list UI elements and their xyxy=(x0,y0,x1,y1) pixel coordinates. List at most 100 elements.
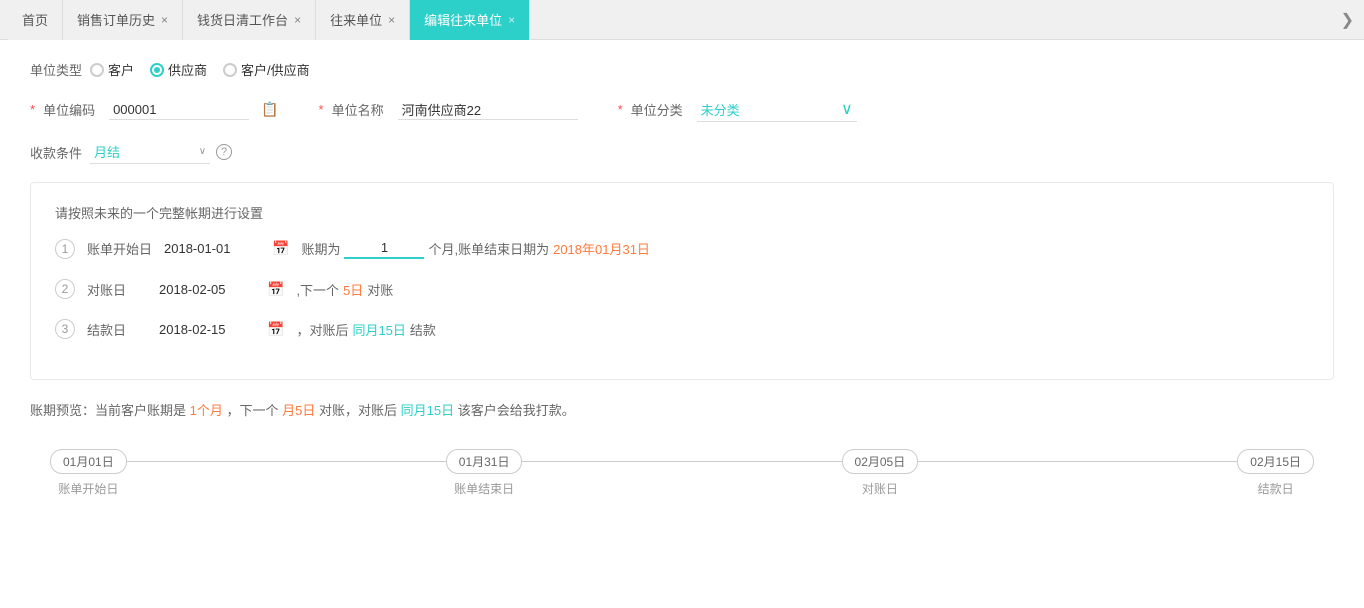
timeline-point-3: 02月05日 对账日 xyxy=(842,449,919,497)
step-3-suffix: 结款 xyxy=(410,320,436,339)
radio-customer-circle xyxy=(90,63,104,77)
unit-code-label: 单位编码 xyxy=(43,100,95,119)
billing-period-section: 请按照未来的一个完整帐期进行设置 1 账单开始日 2018-01-01 📅 账期… xyxy=(30,182,1334,380)
tab-home-label: 首页 xyxy=(22,10,48,29)
unit-category-chevron-icon: ∨ xyxy=(841,99,853,119)
step-1-period-unit: 个月,账单结束日期为 xyxy=(428,239,549,258)
timeline-date-badge-2: 01月31日 xyxy=(446,449,523,474)
radio-customer-label: 客户 xyxy=(108,60,134,79)
tab-sales-history-label: 销售订单历史 xyxy=(77,10,155,29)
step-label-3: 结款日 xyxy=(87,320,147,339)
tabs-bar: 首页 销售订单历史 × 钱货日清工作台 × 往来单位 × 编辑往来单位 × ❯ xyxy=(0,0,1364,40)
step-label-1: 账单开始日 xyxy=(87,239,152,258)
timeline-date-badge-4: 02月15日 xyxy=(1237,449,1314,474)
radio-supplier[interactable]: 供应商 xyxy=(150,60,207,79)
step-date-3: 2018-02-15 xyxy=(159,322,249,337)
page-content: 单位类型 客户 供应商 客户/供应商 * 单位编码 📋 * 单位名称 xyxy=(0,40,1364,608)
payment-terms-select[interactable]: 月结 ∨ xyxy=(90,140,210,164)
step-1-end-date: 2018年01月31日 xyxy=(553,239,650,258)
radio-both-label: 客户/供应商 xyxy=(241,60,310,79)
step-2-suffix: 对账 xyxy=(367,280,393,299)
payment-terms-row: 收款条件 月结 ∨ ? xyxy=(30,140,1334,164)
unit-name-label: 单位名称 xyxy=(332,100,384,119)
preview-mid-highlight2: 同月15日 xyxy=(401,403,454,418)
payment-terms-value: 月结 xyxy=(94,142,195,161)
step-1-calendar-icon[interactable]: 📅 xyxy=(272,240,289,257)
section-hint: 请按照未来的一个完整帐期进行设置 xyxy=(55,203,1309,222)
unit-type-row: 单位类型 客户 供应商 客户/供应商 xyxy=(30,60,1334,79)
radio-group-unit-type: 客户 供应商 客户/供应商 xyxy=(90,60,310,79)
timeline-container: 01月01日 账单开始日 01月31日 账单结束日 02月05日 对账日 02月… xyxy=(30,439,1334,527)
radio-both[interactable]: 客户/供应商 xyxy=(223,60,310,79)
unit-code-calendar-icon[interactable]: 📋 xyxy=(261,101,278,118)
unit-category-group: * 单位分类 未分类 ∨ xyxy=(618,97,857,122)
step-2-desc: ,下一个 5日 对账 xyxy=(296,280,393,299)
timeline-point-2: 01月31日 账单结束日 xyxy=(446,449,523,497)
radio-supplier-label: 供应商 xyxy=(168,60,207,79)
tab-partner-unit-close[interactable]: × xyxy=(388,13,395,27)
tab-partner-unit-label: 往来单位 xyxy=(330,10,382,29)
step-row-2: 2 对账日 2018-02-05 📅 ,下一个 5日 对账 xyxy=(55,279,1309,299)
unit-code-group: * 单位编码 📋 xyxy=(30,100,279,120)
preview-row: 账期预览：当前客户账期是 1个月 ，下一个 月5日 对账，对账后 同月15日 该… xyxy=(30,400,1334,419)
unit-code-required-star: * xyxy=(30,102,35,117)
unit-code-input[interactable] xyxy=(109,100,249,120)
step-row-3: 3 结款日 2018-02-15 📅 ，对账后 同月15日 结款 xyxy=(55,319,1309,339)
radio-customer[interactable]: 客户 xyxy=(90,60,134,79)
tab-cash-work-label: 钱货日清工作台 xyxy=(197,10,288,29)
unit-name-input[interactable] xyxy=(398,100,578,120)
step-2-prefix: ,下一个 xyxy=(296,280,339,299)
preview-mid1: ，下一个 xyxy=(227,403,279,418)
timeline-label-4: 结款日 xyxy=(1258,480,1294,497)
step-date-2: 2018-02-05 xyxy=(159,282,249,297)
unit-category-value: 未分类 xyxy=(701,100,841,119)
tab-edit-partner[interactable]: 编辑往来单位 × xyxy=(410,0,530,40)
tab-sales-history[interactable]: 销售订单历史 × xyxy=(63,0,183,40)
timeline-date-badge-3: 02月05日 xyxy=(842,449,919,474)
tab-sales-history-close[interactable]: × xyxy=(161,13,168,27)
step-2-calendar-icon[interactable]: 📅 xyxy=(267,281,284,298)
unit-name-required-star: * xyxy=(319,102,324,117)
step-num-1: 1 xyxy=(55,239,75,259)
step-date-1: 2018-01-01 xyxy=(164,241,254,256)
preview-prefix: 账期预览：当前客户账期是 xyxy=(30,403,186,418)
step-3-calendar-icon[interactable]: 📅 xyxy=(267,321,284,338)
payment-terms-label: 收款条件 xyxy=(30,143,82,162)
preview-mid2: 对账，对账后 xyxy=(319,403,397,418)
unit-fields-row: * 单位编码 📋 * 单位名称 * 单位分类 未分类 ∨ xyxy=(30,97,1334,122)
step-num-2: 2 xyxy=(55,279,75,299)
radio-both-circle xyxy=(223,63,237,77)
step-1-period-label: 账期为 xyxy=(301,239,340,258)
timeline-label-3: 对账日 xyxy=(862,480,898,497)
radio-supplier-circle xyxy=(150,63,164,77)
timeline-points: 01月01日 账单开始日 01月31日 账单结束日 02月05日 对账日 02月… xyxy=(50,449,1314,497)
step-2-highlight: 5日 xyxy=(343,280,363,299)
step-3-highlight: 同月15日 xyxy=(352,320,405,339)
unit-category-label: 单位分类 xyxy=(631,100,683,119)
timeline-point-1: 01月01日 账单开始日 xyxy=(50,449,127,497)
timeline-date-badge-1: 01月01日 xyxy=(50,449,127,474)
tab-partner-unit[interactable]: 往来单位 × xyxy=(316,0,410,40)
preview-duration: 1个月 xyxy=(190,403,223,418)
step-row-1: 1 账单开始日 2018-01-01 📅 账期为 个月,账单结束日期为 2018… xyxy=(55,238,1309,259)
unit-category-select[interactable]: 未分类 ∨ xyxy=(697,97,857,122)
step-1-desc: 账期为 个月,账单结束日期为 2018年01月31日 xyxy=(301,238,649,259)
period-value-input[interactable] xyxy=(344,238,424,259)
payment-terms-chevron-icon: ∨ xyxy=(199,146,206,157)
step-3-desc: ，对账后 同月15日 结款 xyxy=(296,320,436,339)
unit-name-group: * 单位名称 xyxy=(319,100,578,120)
tab-more-button[interactable]: ❯ xyxy=(1331,10,1364,30)
payment-terms-help-icon[interactable]: ? xyxy=(216,144,232,160)
tab-edit-partner-close[interactable]: × xyxy=(508,13,515,27)
unit-type-label: 单位类型 xyxy=(30,60,82,79)
step-num-3: 3 xyxy=(55,319,75,339)
preview-suffix: 该客户会给我打款。 xyxy=(458,403,575,418)
unit-category-required-star: * xyxy=(618,102,623,117)
tab-cash-work-close[interactable]: × xyxy=(294,13,301,27)
tab-home[interactable]: 首页 xyxy=(8,0,63,40)
timeline-label-1: 账单开始日 xyxy=(58,480,118,497)
tab-edit-partner-label: 编辑往来单位 xyxy=(424,10,502,29)
tab-cash-work[interactable]: 钱货日清工作台 × xyxy=(183,0,316,40)
timeline-point-4: 02月15日 结款日 xyxy=(1237,449,1314,497)
preview-mid-highlight1: 月5日 xyxy=(282,403,315,418)
